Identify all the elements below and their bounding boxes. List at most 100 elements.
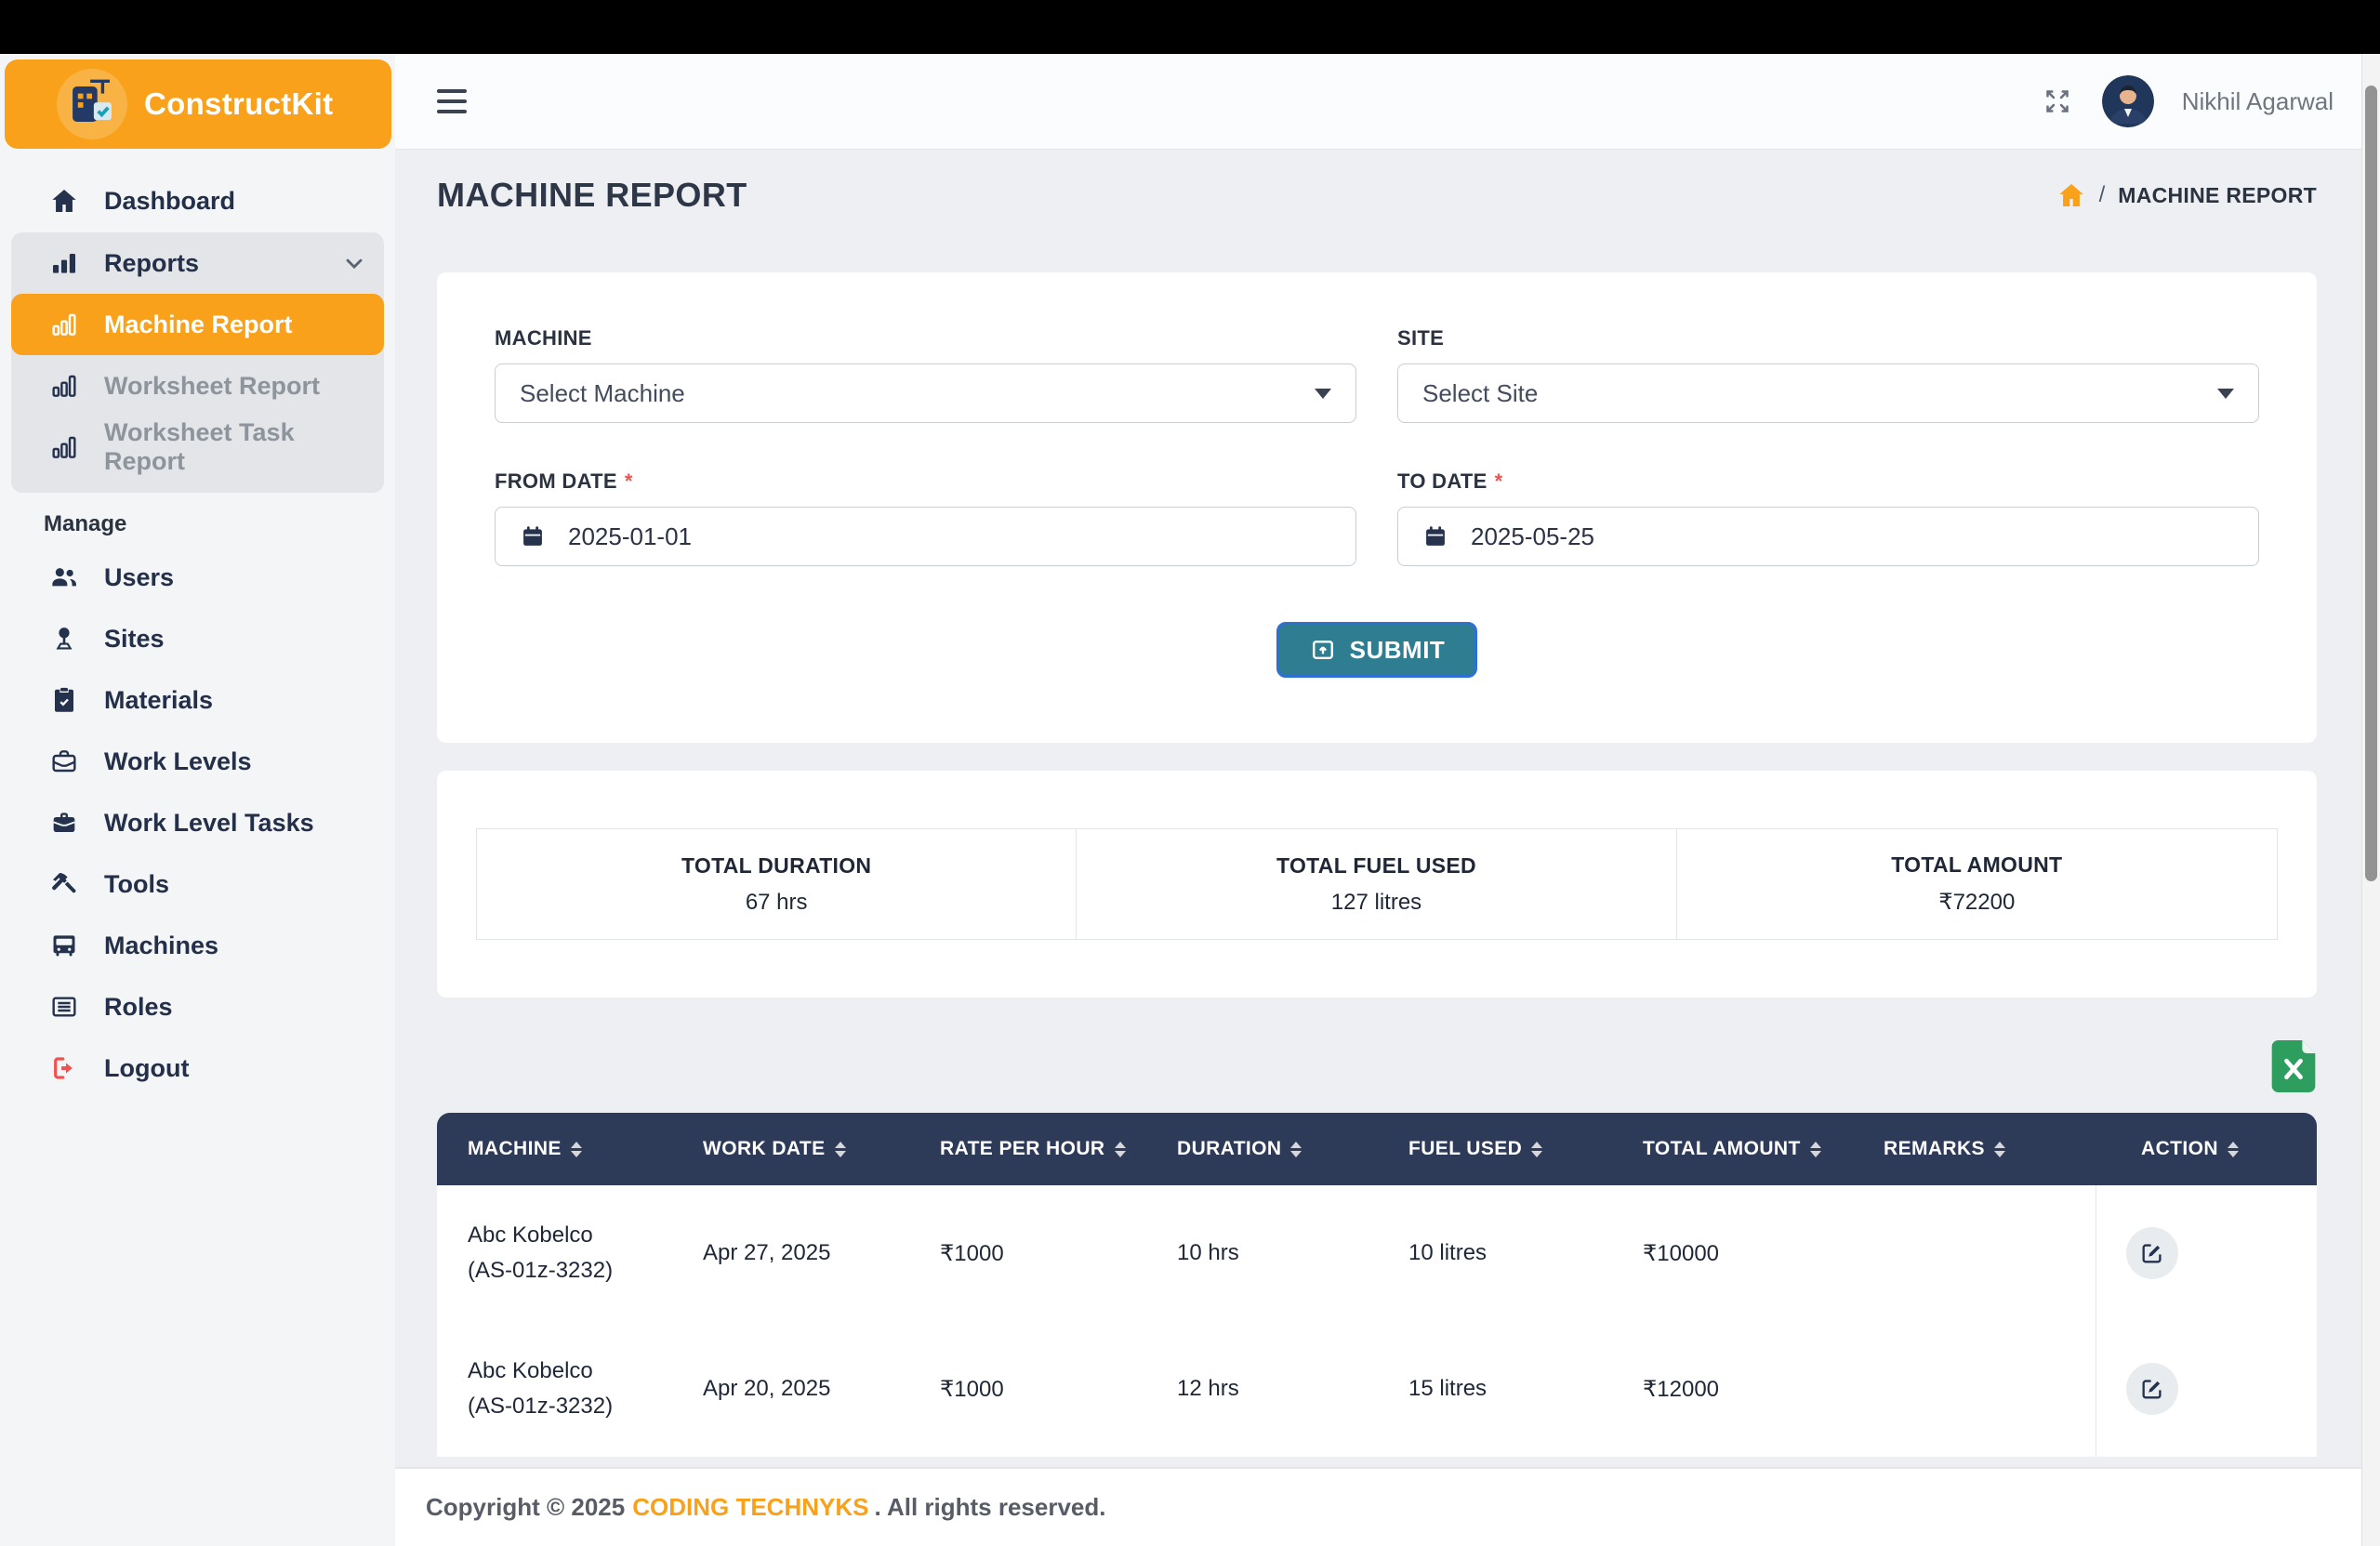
sort-icon: [570, 1141, 582, 1157]
sidebar-item-machine-report[interactable]: Machine Report: [11, 294, 384, 355]
summary-card: TOTAL DURATION 67 hrs TOTAL FUEL USED 12…: [437, 771, 2317, 998]
summary-label: TOTAL FUEL USED: [1276, 852, 1476, 878]
to-date-label: TO DATE: [1397, 469, 1488, 493]
house-icon: [48, 185, 80, 217]
sidebar-nav: Dashboard Reports Machine Report Workshe…: [0, 149, 395, 1099]
sort-icon: [1114, 1141, 1126, 1157]
sidebar-item-work-level-tasks[interactable]: Work Level Tasks: [11, 792, 384, 853]
sidebar-item-worksheet-task-report[interactable]: Worksheet Task Report: [11, 416, 384, 478]
table-row: Abc Kobelco (AS-01z-3232) Apr 20, 2025 ₹…: [437, 1321, 2317, 1457]
sidebar: ConstructKit Dashboard Reports Machine R…: [0, 54, 395, 1546]
list-card-icon: [48, 991, 80, 1023]
edit-row-button[interactable]: [2126, 1363, 2178, 1415]
sidebar-item-logout[interactable]: Logout: [11, 1037, 384, 1099]
vehicle-icon: [48, 930, 80, 961]
required-asterisk: *: [1494, 469, 1503, 493]
sidebar-item-tools[interactable]: Tools: [11, 853, 384, 915]
cell-machine: Abc Kobelco (AS-01z-3232): [468, 1222, 614, 1283]
column-header-rate[interactable]: RATE PER HOUR: [940, 1138, 1177, 1160]
machine-select[interactable]: Select Machine: [495, 363, 1356, 423]
from-date-label: FROM DATE: [495, 469, 617, 493]
from-date-value: 2025-01-01: [568, 522, 692, 550]
logout-icon: [48, 1052, 80, 1084]
sidebar-item-work-levels[interactable]: Work Levels: [11, 731, 384, 792]
site-label: SITE: [1397, 326, 1445, 350]
page-scrollbar[interactable]: [2361, 54, 2380, 1546]
summary-total-duration: TOTAL DURATION 67 hrs: [477, 829, 1078, 939]
avatar[interactable]: [2101, 75, 2154, 127]
edit-pencil-icon: [2142, 1244, 2162, 1263]
machine-label: MACHINE: [495, 326, 592, 350]
table-header-row: MACHINE WORK DATE RATE PER HOUR DURATION…: [437, 1113, 2317, 1185]
summary-value: 67 hrs: [745, 889, 808, 915]
column-header-amount[interactable]: TOTAL AMOUNT: [1643, 1138, 1884, 1160]
submit-button[interactable]: SUBMIT: [1276, 622, 1478, 678]
summary-value: ₹72200: [1938, 890, 2016, 915]
calendar-icon: [1422, 523, 1448, 549]
caret-down-icon: [1315, 388, 1331, 399]
cell-work-date: Apr 27, 2025: [703, 1240, 831, 1265]
sidebar-item-label: Users: [104, 562, 175, 591]
sidebar-item-dashboard[interactable]: Dashboard: [11, 170, 384, 231]
column-header-remarks[interactable]: REMARKS: [1884, 1138, 2096, 1160]
sidebar-item-label: Machine Report: [104, 310, 293, 338]
sidebar-item-roles[interactable]: Roles: [11, 976, 384, 1037]
sidebar-item-machines[interactable]: Machines: [11, 915, 384, 976]
main-content: MACHINE REPORT / MACHINE REPORT MACHINE: [395, 150, 2380, 1467]
chevron-down-icon: [341, 250, 367, 276]
required-asterisk: *: [624, 469, 633, 493]
cell-duration: 10 hrs: [1177, 1240, 1239, 1265]
sidebar-section-manage: Manage: [44, 511, 127, 536]
fullscreen-icon[interactable]: [2041, 85, 2074, 118]
summary-total-amount: TOTAL AMOUNT ₹72200: [1677, 829, 2277, 939]
brand-name: ConstructKit: [144, 86, 334, 121]
breadcrumb-separator: /: [2098, 182, 2106, 207]
sidebar-item-materials[interactable]: Materials: [11, 669, 384, 731]
sidebar-item-label: Sites: [104, 624, 165, 653]
sort-icon: [1993, 1141, 2005, 1157]
from-date-input[interactable]: 2025-01-01: [495, 507, 1356, 566]
user-name[interactable]: Nikhil Agarwal: [2182, 87, 2334, 116]
sidebar-item-label: Dashboard: [104, 186, 236, 215]
bar-chart-icon: [48, 247, 80, 279]
sidebar-item-label: Worksheet Report: [104, 371, 321, 400]
copyright-suffix: . All rights reserved.: [874, 1493, 1106, 1521]
to-date-input[interactable]: 2025-05-25: [1397, 507, 2259, 566]
from-date-field: FROM DATE * 2025-01-01: [495, 469, 1356, 566]
table-body: Abc Kobelco (AS-01z-3232) Apr 27, 2025 ₹…: [437, 1185, 2317, 1457]
breadcrumb-current: MACHINE REPORT: [2118, 182, 2317, 207]
summary-total-fuel: TOTAL FUEL USED 127 litres: [1077, 829, 1677, 939]
column-header-fuel[interactable]: FUEL USED: [1408, 1138, 1643, 1160]
sidebar-item-worksheet-report[interactable]: Worksheet Report: [11, 355, 384, 416]
to-date-field: TO DATE * 2025-05-25: [1397, 469, 2259, 566]
bar-chart-outline-icon: [48, 431, 80, 463]
footer-brand[interactable]: CODING TECHNYKS: [632, 1493, 868, 1522]
brand-logo-icon: [57, 69, 127, 139]
cell-fuel: 10 litres: [1408, 1240, 1488, 1265]
sidebar-item-sites[interactable]: Sites: [11, 608, 384, 669]
sidebar-item-label: Tools: [104, 869, 169, 898]
briefcase-filled-icon: [48, 807, 80, 839]
home-icon[interactable]: [2056, 180, 2086, 210]
breadcrumb: / MACHINE REPORT: [2056, 180, 2317, 210]
cell-work-date: Apr 20, 2025: [703, 1376, 831, 1401]
cell-amount: ₹10000: [1643, 1240, 1720, 1266]
cell-rate: ₹1000: [940, 1376, 1004, 1402]
edit-row-button[interactable]: [2126, 1227, 2178, 1279]
reports-group: Reports Machine Report Worksheet Report …: [11, 232, 384, 493]
sidebar-item-reports[interactable]: Reports: [11, 232, 384, 294]
export-excel-button[interactable]: [2270, 1040, 2317, 1094]
column-header-work-date[interactable]: WORK DATE: [703, 1138, 940, 1160]
column-header-machine[interactable]: MACHINE: [437, 1138, 703, 1160]
column-header-duration[interactable]: DURATION: [1177, 1138, 1408, 1160]
brand-logo[interactable]: ConstructKit: [5, 59, 391, 149]
machine-field: MACHINE Select Machine: [495, 326, 1356, 423]
menu-toggle-button[interactable]: [437, 89, 467, 113]
caret-down-icon: [2217, 388, 2234, 399]
summary-label: TOTAL DURATION: [681, 852, 872, 878]
column-header-action[interactable]: ACTION: [2096, 1138, 2317, 1160]
sidebar-item-label: Worksheet Task Report: [104, 418, 295, 475]
site-select[interactable]: Select Site: [1397, 363, 2259, 423]
sidebar-item-users[interactable]: Users: [11, 547, 384, 608]
scrollbar-thumb[interactable]: [2365, 86, 2377, 881]
